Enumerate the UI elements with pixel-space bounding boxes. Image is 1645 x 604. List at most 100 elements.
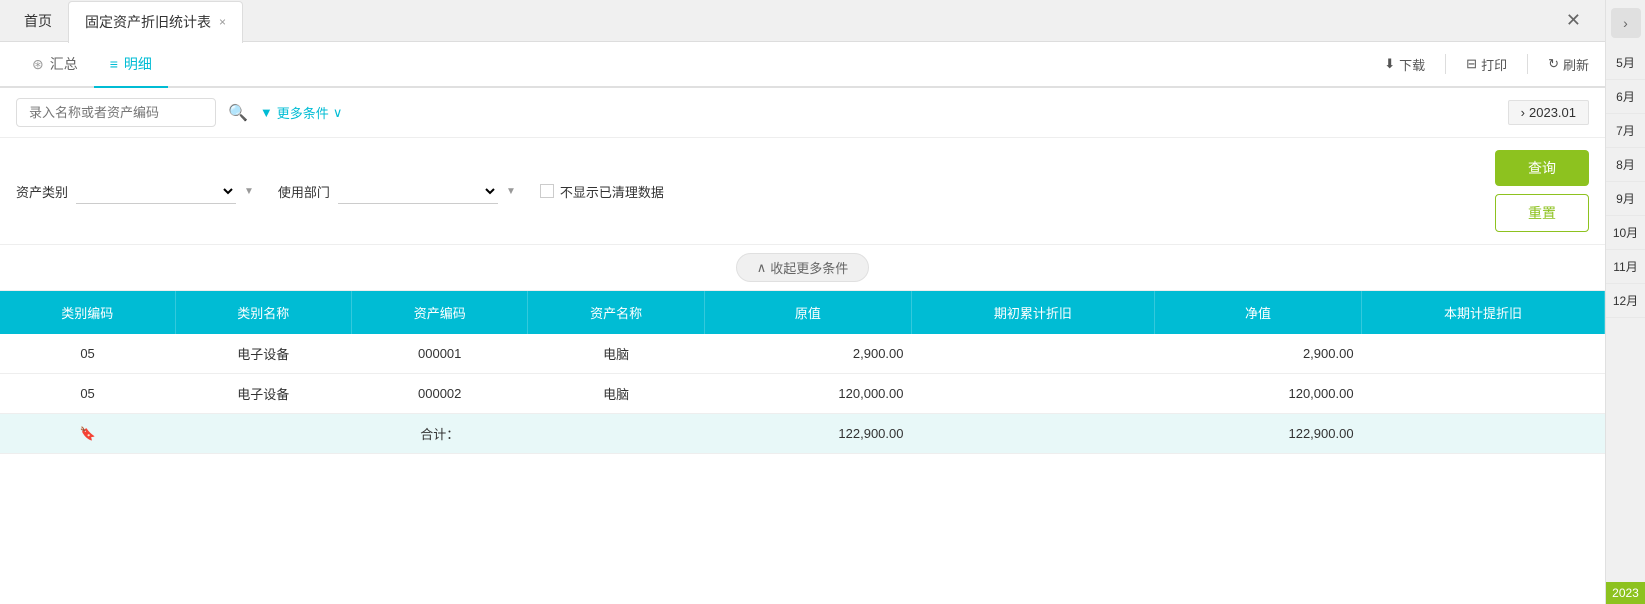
tab-summary[interactable]: ⊛ 汇总 bbox=[16, 41, 94, 87]
detail-tab-label: 明细 bbox=[124, 54, 152, 74]
layers-icon: ⊛ bbox=[32, 56, 44, 73]
download-icon: ⬇ bbox=[1384, 56, 1395, 72]
department-filter: 使用部门 ▼ bbox=[278, 178, 516, 204]
table-total-row: 🔖 合计： 122,900.00 122,900.00 bbox=[0, 414, 1605, 454]
sidebar-expand-arrow[interactable]: › bbox=[1611, 8, 1641, 38]
divider bbox=[1445, 54, 1446, 74]
col-header-category-code: 类别编码 bbox=[0, 291, 175, 334]
date-label: 2023.01 bbox=[1529, 105, 1576, 120]
hide-cleared-label: 不显示已清理数据 bbox=[560, 182, 664, 201]
cell-net-value-2: 120,000.00 bbox=[1154, 374, 1361, 414]
month-item-10[interactable]: 10月 bbox=[1606, 216, 1645, 250]
month-item-8[interactable]: 8月 bbox=[1606, 148, 1645, 182]
month-item-9[interactable]: 9月 bbox=[1606, 182, 1645, 216]
cell-original-value-1: 2,900.00 bbox=[704, 334, 911, 374]
print-label: 打印 bbox=[1481, 55, 1507, 74]
download-label: 下载 bbox=[1399, 55, 1425, 74]
data-table-wrapper: 类别编码 类别名称 资产编码 资产名称 原值 期初累计折旧 净值 本期计提折旧 … bbox=[0, 291, 1605, 604]
cell-total-current bbox=[1362, 414, 1605, 454]
active-tab-label: 固定资产折旧统计表 bbox=[85, 12, 211, 32]
cell-category-name-1: 电子设备 bbox=[175, 334, 351, 374]
cell-asset-name-2: 电脑 bbox=[528, 374, 704, 414]
query-button[interactable]: 查询 bbox=[1495, 150, 1589, 186]
chevron-down-icon: ∨ bbox=[333, 105, 343, 121]
cell-current-depreciation-1 bbox=[1362, 334, 1605, 374]
more-conditions-toggle[interactable]: ▼ 更多条件 ∨ bbox=[260, 103, 342, 122]
data-table: 类别编码 类别名称 资产编码 资产名称 原值 期初累计折旧 净值 本期计提折旧 … bbox=[0, 291, 1605, 454]
asset-type-select[interactable] bbox=[76, 178, 236, 204]
department-select[interactable] bbox=[338, 178, 498, 204]
filter-icon: ▼ bbox=[260, 105, 273, 120]
cell-category-name-2: 电子设备 bbox=[175, 374, 351, 414]
cell-accumulated-1 bbox=[912, 334, 1155, 374]
reset-button[interactable]: 重置 bbox=[1495, 194, 1589, 232]
asset-type-label: 资产类别 bbox=[16, 182, 68, 201]
col-header-accumulated-depreciation: 期初累计折旧 bbox=[912, 291, 1155, 334]
cell-total-original: 122,900.00 bbox=[704, 414, 911, 454]
more-conditions-label: 更多条件 bbox=[277, 103, 329, 122]
cell-total-accumulated bbox=[912, 414, 1155, 454]
hide-cleared-checkbox[interactable] bbox=[540, 184, 554, 198]
refresh-label: 刷新 bbox=[1563, 55, 1589, 74]
refresh-icon: ↻ bbox=[1548, 56, 1559, 72]
tab-close-icon[interactable]: × bbox=[219, 15, 226, 29]
cell-total-label: 合计： bbox=[175, 414, 704, 454]
tab-active[interactable]: 固定资产折旧统计表 × bbox=[68, 1, 243, 43]
table-header-row: 类别编码 类别名称 资产编码 资产名称 原值 期初累计折旧 净值 本期计提折旧 bbox=[0, 291, 1605, 334]
summary-tab-label: 汇总 bbox=[50, 54, 78, 74]
cell-asset-code-1: 000001 bbox=[352, 334, 528, 374]
cell-current-depreciation-2 bbox=[1362, 374, 1605, 414]
print-icon: ⊟ bbox=[1466, 56, 1477, 72]
collapse-icon: ∧ bbox=[757, 260, 767, 276]
month-item-12[interactable]: 12月 bbox=[1606, 284, 1645, 318]
cell-original-value-2: 120,000.00 bbox=[704, 374, 911, 414]
chevron-right-icon: › bbox=[1521, 105, 1525, 120]
asset-type-arrow: ▼ bbox=[244, 186, 254, 197]
department-label: 使用部门 bbox=[278, 182, 330, 201]
divider2 bbox=[1527, 54, 1528, 74]
cell-net-value-1: 2,900.00 bbox=[1154, 334, 1361, 374]
year-badge[interactable]: 2023 bbox=[1606, 582, 1645, 604]
col-header-asset-name: 资产名称 bbox=[528, 291, 704, 334]
list-icon: ≡ bbox=[110, 56, 118, 72]
cell-total-net-value: 122,900.00 bbox=[1154, 414, 1361, 454]
advanced-filter-panel: 资产类别 ▼ 使用部门 ▼ 不显示已清理数据 查询 重置 bbox=[0, 138, 1605, 245]
month-list: 5月 6月 7月 8月 9月 10月 11月 12月 bbox=[1606, 46, 1645, 318]
print-button[interactable]: ⊟ 打印 bbox=[1466, 55, 1507, 74]
col-header-net-value: 净值 bbox=[1154, 291, 1361, 334]
cell-category-code-1: 05 bbox=[0, 334, 175, 374]
tab-home[interactable]: 首页 bbox=[8, 0, 68, 42]
month-item-5[interactable]: 5月 bbox=[1606, 46, 1645, 80]
col-header-original-value: 原值 bbox=[704, 291, 911, 334]
month-item-7[interactable]: 7月 bbox=[1606, 114, 1645, 148]
col-header-current-depreciation: 本期计提折旧 bbox=[1362, 291, 1605, 334]
window-close-button[interactable]: ✕ bbox=[1550, 2, 1597, 39]
month-item-11[interactable]: 11月 bbox=[1606, 250, 1645, 284]
col-header-asset-code: 资产编码 bbox=[352, 291, 528, 334]
search-input[interactable] bbox=[16, 98, 216, 127]
cell-accumulated-2 bbox=[912, 374, 1155, 414]
action-buttons: 查询 重置 bbox=[1495, 150, 1589, 232]
filter-row-1: 资产类别 ▼ 使用部门 ▼ 不显示已清理数据 查询 重置 bbox=[16, 150, 1589, 232]
department-arrow: ▼ bbox=[506, 186, 516, 197]
sub-toolbar: ⊛ 汇总 ≡ 明细 ⬇ 下载 ⊟ 打印 ↻ 刷新 bbox=[0, 42, 1605, 88]
cell-asset-code-2: 000002 bbox=[352, 374, 528, 414]
collapse-label: 收起更多条件 bbox=[770, 258, 848, 277]
asset-type-filter: 资产类别 ▼ bbox=[16, 178, 254, 204]
hide-cleared-filter: 不显示已清理数据 bbox=[540, 182, 664, 201]
search-icon[interactable]: 🔍 bbox=[228, 103, 248, 123]
col-header-category-name: 类别名称 bbox=[175, 291, 351, 334]
cell-total-icon: 🔖 bbox=[0, 414, 175, 454]
collapse-row: ∧ 收起更多条件 bbox=[0, 245, 1605, 291]
toolbar-actions: ⬇ 下载 ⊟ 打印 ↻ 刷新 bbox=[1384, 54, 1589, 74]
refresh-button[interactable]: ↻ 刷新 bbox=[1548, 55, 1589, 74]
month-item-6[interactable]: 6月 bbox=[1606, 80, 1645, 114]
tab-detail[interactable]: ≡ 明细 bbox=[94, 42, 168, 88]
download-button[interactable]: ⬇ 下载 bbox=[1384, 55, 1425, 74]
filter-bar: 🔍 ▼ 更多条件 ∨ › 2023.01 bbox=[0, 88, 1605, 138]
cell-category-code-2: 05 bbox=[0, 374, 175, 414]
right-sidebar: › 5月 6月 7月 8月 9月 10月 11月 12月 2023 bbox=[1605, 0, 1645, 604]
cell-asset-name-1: 电脑 bbox=[528, 334, 704, 374]
date-display: › 2023.01 bbox=[1508, 100, 1589, 125]
collapse-button[interactable]: ∧ 收起更多条件 bbox=[736, 253, 870, 282]
